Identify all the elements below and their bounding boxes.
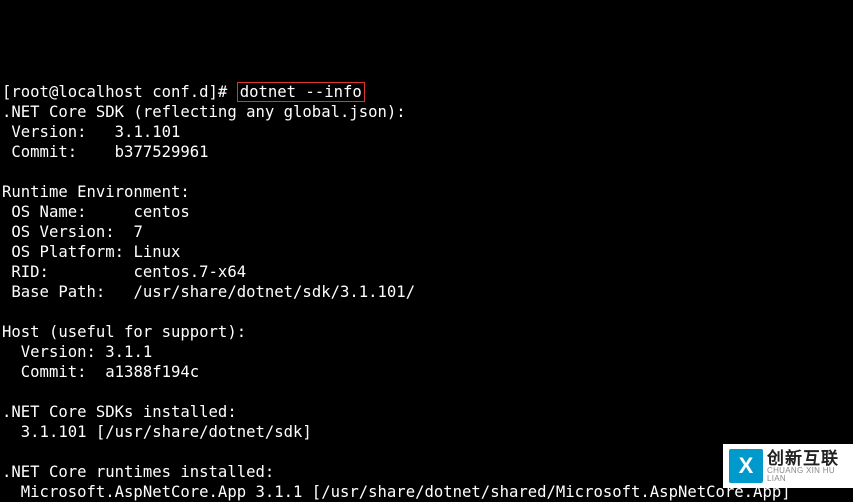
host-version-value: 3.1.1 <box>105 343 152 361</box>
host-commit-value: a1388f194c <box>105 363 199 381</box>
sdk-header: .NET Core SDK (reflecting any global.jso… <box>2 103 406 121</box>
sdk-commit-label: Commit: <box>2 143 115 161</box>
env-base-label: Base Path: <box>2 283 133 301</box>
sdk-commit-value: b377529961 <box>115 143 209 161</box>
env-osname-value: centos <box>133 203 189 221</box>
env-osver-label: OS Version: <box>2 223 133 241</box>
host-version-label: Version: <box>2 343 105 361</box>
env-base-value: /usr/share/dotnet/sdk/3.1.101/ <box>133 283 415 301</box>
watermark-badge: X 创新互联 CHUANG XIN HU LIAN <box>723 444 853 488</box>
watermark-text-cn: 创新互联 <box>767 450 853 467</box>
runtimes-header: .NET Core runtimes installed: <box>2 463 274 481</box>
sdks-header: .NET Core SDKs installed: <box>2 403 237 421</box>
host-commit-label: Commit: <box>2 363 105 381</box>
env-header: Runtime Environment: <box>2 183 190 201</box>
runtimes-line-1: Microsoft.AspNetCore.App 3.1.1 [/usr/sha… <box>2 483 791 501</box>
env-rid-label: RID: <box>2 263 133 281</box>
env-osname-label: OS Name: <box>2 203 133 221</box>
host-header: Host (useful for support): <box>2 323 246 341</box>
shell-prompt: [root@localhost conf.d]# <box>2 83 237 101</box>
command-highlight: dotnet --info <box>237 82 365 102</box>
watermark-text-en: CHUANG XIN HU LIAN <box>767 467 853 483</box>
terminal-output[interactable]: [root@localhost conf.d]# dotnet --info .… <box>0 80 853 502</box>
watermark-logo-icon: X <box>729 449 763 483</box>
sdks-line-1: 3.1.101 [/usr/share/dotnet/sdk] <box>2 423 312 441</box>
sdk-version-value: 3.1.101 <box>115 123 181 141</box>
sdk-version-label: Version: <box>2 123 115 141</box>
env-osver-value: 7 <box>133 223 142 241</box>
env-rid-value: centos.7-x64 <box>133 263 246 281</box>
env-osplat-label: OS Platform: <box>2 243 133 261</box>
env-osplat-value: Linux <box>133 243 180 261</box>
